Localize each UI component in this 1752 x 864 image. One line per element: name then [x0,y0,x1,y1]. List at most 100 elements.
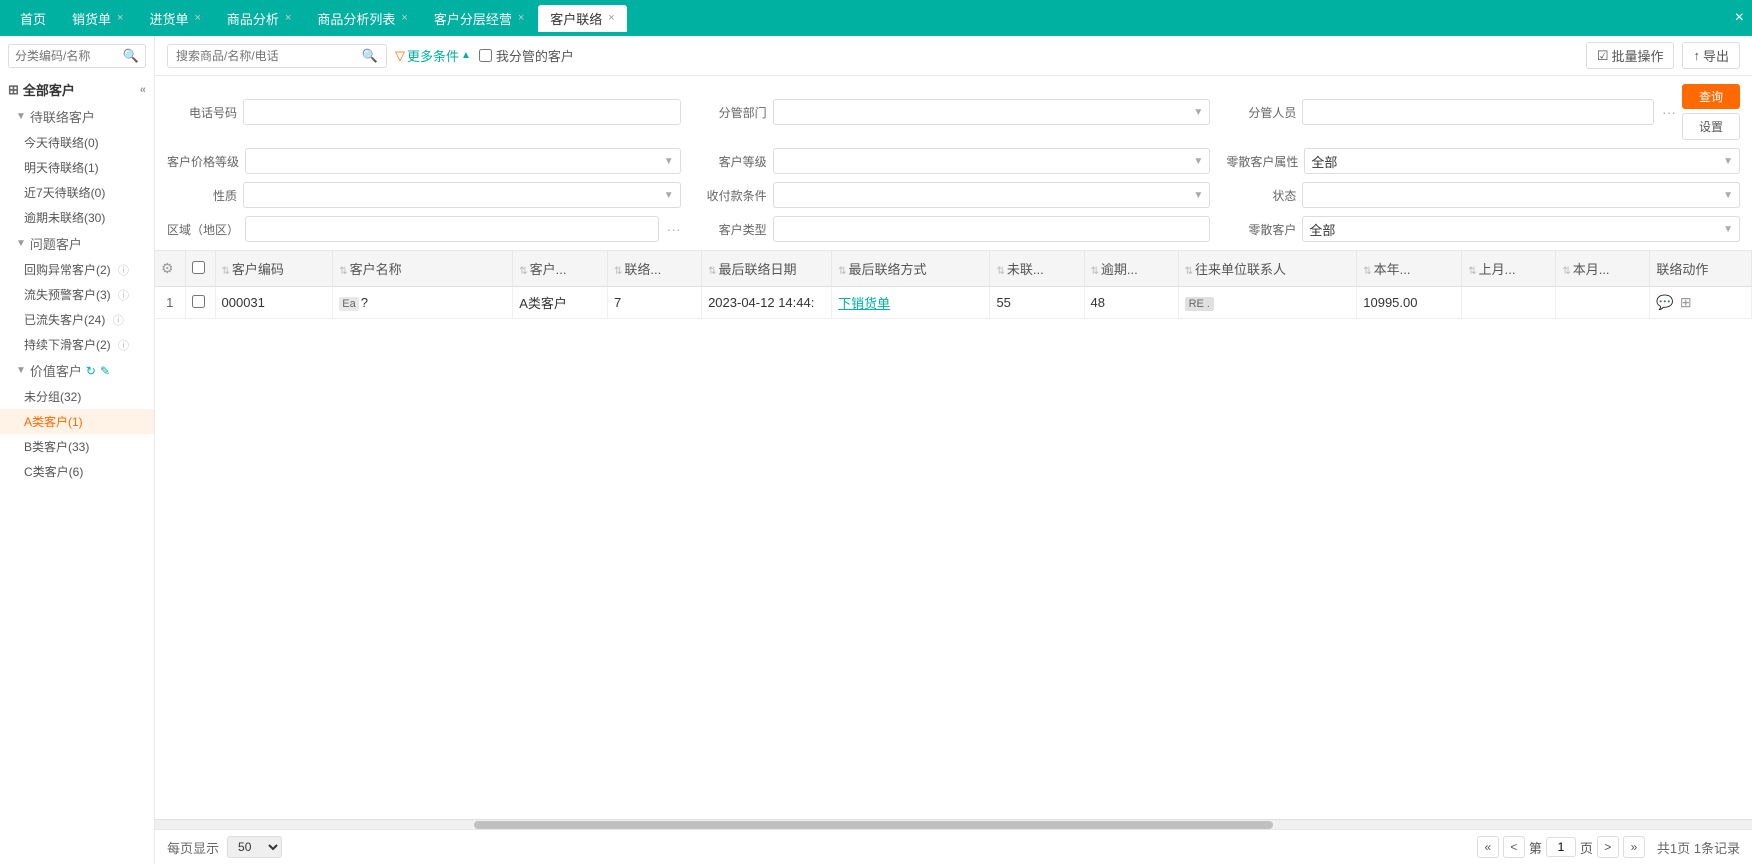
phone-input[interactable] [243,99,681,125]
last-page-btn[interactable]: » [1623,836,1645,858]
first-page-btn[interactable]: « [1477,836,1499,858]
close-product-analysis[interactable]: × [285,12,291,24]
sort-icon-overdue: ⇅ [1091,266,1099,277]
sidebar-item-repurchase[interactable]: 回购异常客户(2) ⓘ [0,257,154,282]
col-this-month[interactable]: ⇅本月... [1556,251,1650,287]
status-select[interactable]: ▼ [1302,182,1740,208]
col-gear[interactable]: ⚙ [155,251,185,287]
cell-last-method[interactable]: 下销货单 [832,287,990,319]
nav-tab-sales[interactable]: 销货单 × [60,5,135,32]
close-customer-segment[interactable]: × [518,12,524,24]
region-input[interactable] [245,216,659,242]
filter-more-btn[interactable]: ▽ 更多条件 ▲ [395,46,471,65]
customer-level-label: 客户等级 [697,153,767,170]
col-type[interactable]: ⇅客户... [513,251,608,287]
sidebar-item-churn-warning[interactable]: 流失预警客户(3) ⓘ [0,282,154,307]
refresh-icon[interactable]: ↻ [86,364,96,378]
dept-select[interactable]: ▼ [773,99,1211,125]
sort-icon-year: ⇅ [1363,266,1371,277]
customer-table: ⚙ ⇅客户编码 ⇅客户名称 ⇅客户... ⇅联络... ⇅最后联络日期 ⇅最后联… [155,251,1752,319]
settings-btn[interactable]: 设置 [1682,113,1740,140]
sidebar-item-overdue[interactable]: 逾期未联络(30) [0,205,154,230]
cell-checkbox[interactable] [185,287,215,319]
col-last-date[interactable]: ⇅最后联络日期 [702,251,832,287]
col-contact-count[interactable]: ⇅联络... [608,251,702,287]
grid-action-icon[interactable]: ⊞ [1680,294,1692,311]
status-label: 状态 [1226,187,1296,204]
pending-label: 待联络客户 [30,107,95,126]
nature-select[interactable]: ▼ [243,182,681,208]
sort-icon-contact: ⇅ [614,266,622,277]
edit-group-icon[interactable]: ✎ [100,364,110,378]
scatter-select[interactable]: 全部 ▼ [1302,216,1740,242]
filter-actions: ☑ 批量操作 ↑ 导出 [1586,42,1740,69]
scatter-attr-select[interactable]: 全部 ▼ [1304,148,1740,174]
h-scroll-thumb[interactable] [474,821,1273,829]
nav-tab-product-list[interactable]: 商品分析列表 × [305,5,419,32]
sidebar-group-pending[interactable]: ▼ 待联络客户 [0,103,154,130]
person-input[interactable] [1302,99,1654,125]
select-all-checkbox[interactable] [192,261,205,274]
close-all-btn[interactable]: × [1735,9,1744,27]
customer-level-select[interactable]: ▼ [773,148,1211,174]
filter-search-input[interactable] [176,49,362,63]
col-code[interactable]: ⇅客户编码 [215,251,333,287]
sidebar-group-value[interactable]: ▼ 价值客户 ↻ ✎ [0,357,154,384]
page-size-select[interactable]: 50 100 200 [227,836,282,858]
page-size-label: 每页显示 [167,838,219,857]
col-last-method[interactable]: ⇅最后联络方式 [832,251,990,287]
sidebar-item-declining[interactable]: 持续下滑客户(2) ⓘ [0,332,154,357]
col-last-month[interactable]: ⇅上月... [1462,251,1556,287]
filter-row-dept: 分管部门 ▼ [697,84,1211,140]
sidebar-item-today[interactable]: 今天待联络(0) [0,130,154,155]
payment-select[interactable]: ▼ [773,182,1211,208]
nav-tab-product-analysis[interactable]: 商品分析 × [215,5,303,32]
nav-tab-customer-segment[interactable]: 客户分层经营 × [422,5,536,32]
sidebar-item-churned[interactable]: 已流失客户(24) ⓘ [0,307,154,332]
close-purchase[interactable]: × [194,12,200,24]
person-dots[interactable]: ··· [1662,104,1676,120]
nav-tab-home[interactable]: 首页 [8,5,58,32]
sidebar-search-input[interactable] [15,49,123,63]
col-no-contact[interactable]: ⇅未联... [990,251,1084,287]
region-dots[interactable]: ··· [667,221,681,237]
col-contact-person[interactable]: ⇅往来单位联系人 [1178,251,1357,287]
gear-icon[interactable]: ⚙ [161,260,174,276]
last-method-link[interactable]: 下销货单 [838,296,890,311]
query-btn[interactable]: 查询 [1682,84,1740,109]
filter-row-region: 区域（地区） ··· [167,216,681,242]
next-page-btn[interactable]: > [1597,836,1619,858]
main-layout: 🔍 ⊞ 全部客户 « ▼ 待联络客户 今天待联络(0) 明天待联络(1) 近7天… [0,36,1752,864]
filter-search-box[interactable]: 🔍 [167,44,387,68]
sidebar-search-box[interactable]: 🔍 [8,44,146,68]
price-level-select[interactable]: ▼ [245,148,681,174]
sidebar-item-tomorrow[interactable]: 明天待联络(1) [0,155,154,180]
person-label: 分管人员 [1226,104,1296,121]
close-sales[interactable]: × [117,12,123,24]
col-name[interactable]: ⇅客户名称 [333,251,513,287]
col-this-year[interactable]: ⇅本年... [1357,251,1462,287]
customer-type-input[interactable] [773,216,1211,242]
sidebar-item-unclassified[interactable]: 未分组(32) [0,384,154,409]
col-overdue[interactable]: ⇅逾期... [1084,251,1178,287]
my-customers-check[interactable] [479,49,492,62]
nav-tab-customer-contact[interactable]: 客户联络 × [538,5,626,32]
col-action: 联络动作 [1650,251,1752,287]
nav-tab-purchase[interactable]: 进货单 × [137,5,212,32]
close-customer-contact[interactable]: × [608,12,614,24]
sidebar-item-class-c[interactable]: C类客户(6) [0,459,154,484]
h-scrollbar[interactable] [155,819,1752,829]
my-customers-checkbox[interactable]: 我分管的客户 [479,46,574,65]
close-product-list[interactable]: × [401,12,407,24]
batch-btn[interactable]: ☑ 批量操作 [1586,42,1675,69]
row-checkbox[interactable] [192,295,205,308]
prev-page-btn[interactable]: < [1503,836,1525,858]
page-input[interactable] [1546,837,1576,857]
sidebar-group-problem[interactable]: ▼ 问题客户 [0,230,154,257]
sidebar-item-7days[interactable]: 近7天待联络(0) [0,180,154,205]
sidebar-collapse-btn[interactable]: « [140,84,146,96]
sidebar-item-class-a[interactable]: A类客户(1) [0,409,154,434]
chat-icon[interactable]: 💬 [1656,294,1673,311]
export-btn[interactable]: ↑ 导出 [1682,42,1740,69]
sidebar-item-class-b[interactable]: B类客户(33) [0,434,154,459]
